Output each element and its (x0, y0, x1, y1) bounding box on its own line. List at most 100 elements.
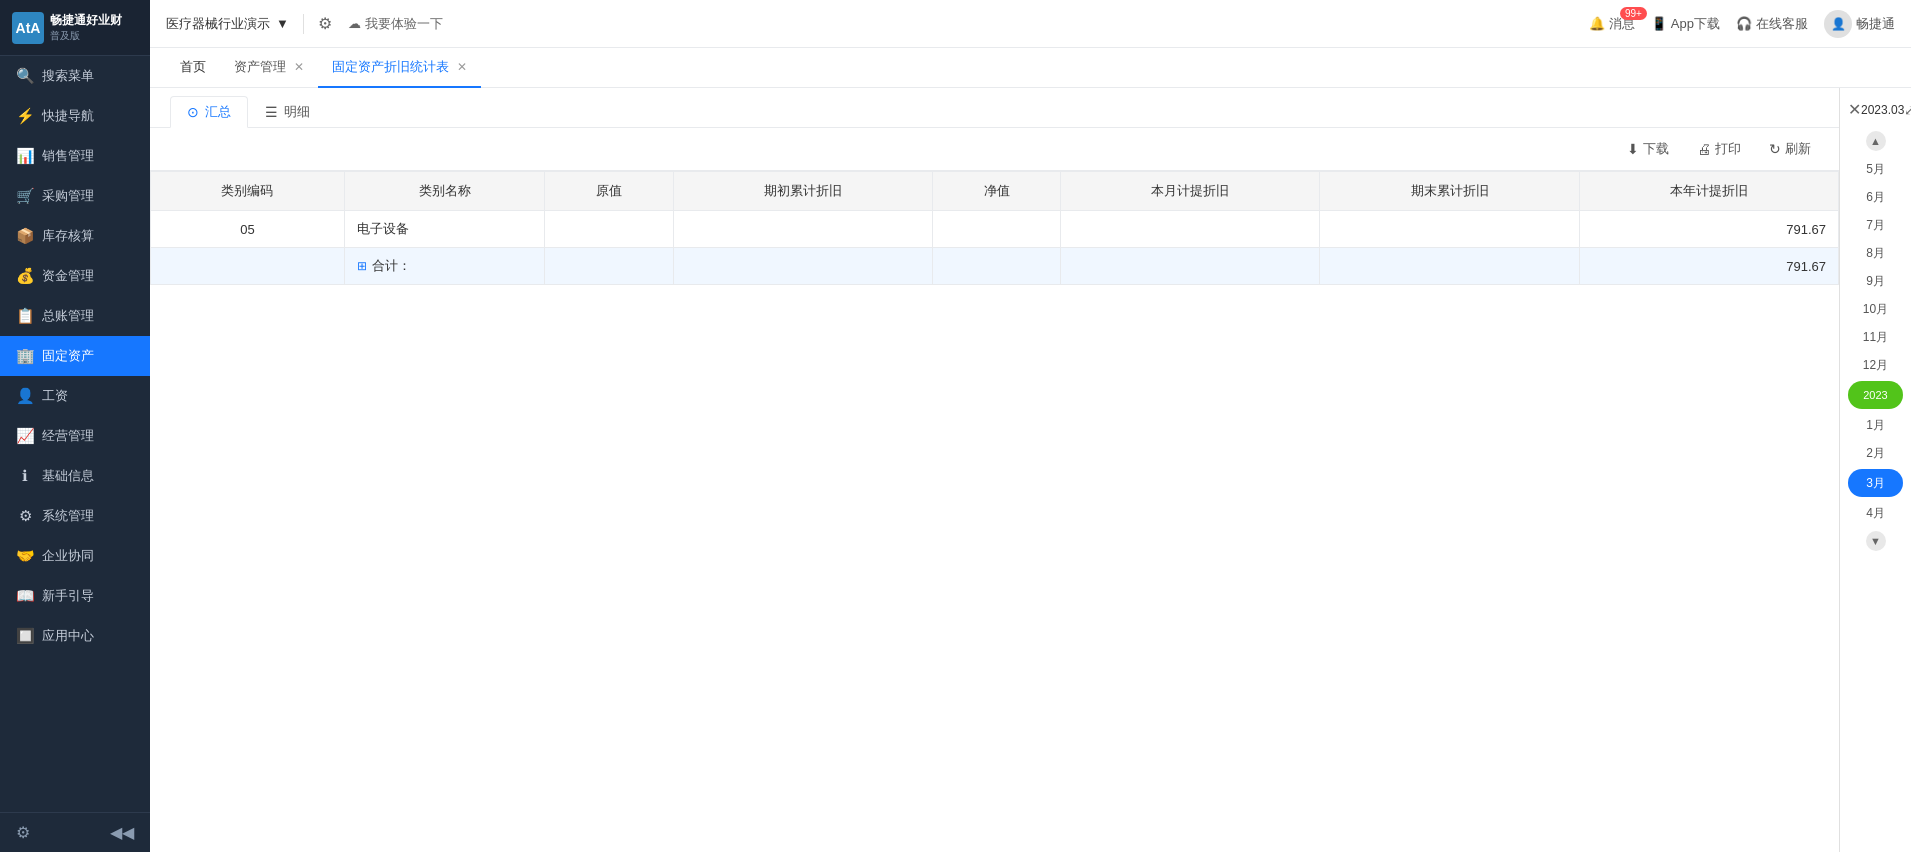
sidebar-item-label: 工资 (42, 387, 68, 405)
sidebar-item-label: 经营管理 (42, 427, 94, 445)
cell-original (545, 211, 673, 248)
tab-asset-mgmt[interactable]: 资产管理 ✕ (220, 48, 318, 88)
print-btn[interactable]: 🖨 打印 (1689, 136, 1749, 162)
box-icon: 📦 (16, 227, 34, 245)
month-12[interactable]: 12月 (1840, 351, 1911, 379)
close-tab-depreciation[interactable]: ✕ (457, 60, 467, 74)
user-menu[interactable]: 👤 畅捷通 (1824, 10, 1895, 38)
month-9[interactable]: 9月 (1840, 267, 1911, 295)
sidebar-item-fixed-assets[interactable]: 🏢 固定资产 (0, 336, 150, 376)
expand-panel-icon[interactable]: ⤢ (1904, 102, 1911, 118)
experience-btn[interactable]: ☁ 我要体验一下 (348, 15, 443, 33)
total-annual-dep: 791.67 (1579, 248, 1838, 285)
right-panel-controls: ✕ 2023.03 ⤢ (1840, 96, 1911, 127)
tabs-bar: 首页 资产管理 ✕ 固定资产折旧统计表 ✕ (150, 48, 1911, 88)
sidebar-item-quicknav[interactable]: ⚡ 快捷导航 (0, 96, 150, 136)
month-6[interactable]: 6月 (1840, 183, 1911, 211)
detail-icon: ☰ (265, 104, 278, 120)
collapse-icon[interactable]: ◀◀ (110, 823, 134, 842)
sidebar-item-inventory[interactable]: 📦 库存核算 (0, 216, 150, 256)
close-panel-icon[interactable]: ✕ (1848, 100, 1861, 119)
total-icon: ⊞ (357, 259, 367, 273)
tab-depreciation-label: 固定资产折旧统计表 (332, 58, 449, 76)
total-original (545, 248, 673, 285)
tab-home[interactable]: 首页 (166, 48, 220, 88)
total-net-value (932, 248, 1060, 285)
sidebar-item-finance[interactable]: 💰 资金管理 (0, 256, 150, 296)
month-5[interactable]: 5月 (1840, 155, 1911, 183)
toolbar: ⬇ 下载 🖨 打印 ↻ 刷新 (150, 128, 1839, 171)
sidebar-item-apps[interactable]: 🔲 应用中心 (0, 616, 150, 656)
sidebar-item-operations[interactable]: 📈 经营管理 (0, 416, 150, 456)
cart-icon: 🛒 (16, 187, 34, 205)
total-empty (151, 248, 345, 285)
total-initial-accum (673, 248, 932, 285)
sidebar-scroll: 🔍 搜索菜单 ⚡ 快捷导航 📊 销售管理 🛒 采购管理 📦 库存核算 💰 资金管… (0, 56, 150, 812)
cell-end-accum (1320, 211, 1579, 248)
money-icon: 💰 (16, 267, 34, 285)
month-11[interactable]: 11月 (1840, 323, 1911, 351)
sidebar-item-sales[interactable]: 📊 销售管理 (0, 136, 150, 176)
chart-icon: 📊 (16, 147, 34, 165)
sidebar-item-purchase[interactable]: 🛒 采购管理 (0, 176, 150, 216)
sidebar-item-payroll[interactable]: 👤 工资 (0, 376, 150, 416)
next-year-btn[interactable]: ▼ (1866, 531, 1886, 551)
dropdown-icon: ▼ (276, 16, 289, 31)
bell-icon: 🔔 (1589, 16, 1605, 31)
sidebar-item-ledger[interactable]: 📋 总账管理 (0, 296, 150, 336)
sidebar-item-guide[interactable]: 📖 新手引导 (0, 576, 150, 616)
sub-tab-summary[interactable]: ⊙ 汇总 (170, 96, 248, 128)
total-row: ⊞ 合计： 791.67 (151, 248, 1839, 285)
company-selector[interactable]: 医疗器械行业演示 ▼ (166, 15, 289, 33)
cell-annual-dep: 791.67 (1579, 211, 1838, 248)
sidebar-item-label: 新手引导 (42, 587, 94, 605)
app-download-btn[interactable]: 📱 App下载 (1651, 15, 1720, 33)
month-7[interactable]: 7月 (1840, 211, 1911, 239)
close-tab-asset[interactable]: ✕ (294, 60, 304, 74)
user-icon: 👤 (16, 387, 34, 405)
sidebar-item-search[interactable]: 🔍 搜索菜单 (0, 56, 150, 96)
sidebar-item-label: 资金管理 (42, 267, 94, 285)
sidebar-item-enterprise[interactable]: 🤝 企业协同 (0, 536, 150, 576)
sidebar-item-label: 基础信息 (42, 467, 94, 485)
col-name: 类别名称 (344, 172, 544, 211)
sidebar-item-label: 销售管理 (42, 147, 94, 165)
month-1[interactable]: 1月 (1840, 411, 1911, 439)
settings-icon[interactable]: ⚙ (318, 14, 332, 33)
tab-depreciation[interactable]: 固定资产折旧统计表 ✕ (318, 48, 481, 88)
online-service-btn[interactable]: 🎧 在线客服 (1736, 15, 1808, 33)
flash-icon: ⚡ (16, 107, 34, 125)
prev-year-btn[interactable]: ▲ (1866, 131, 1886, 151)
main-area: 医疗器械行业演示 ▼ ⚙ ☁ 我要体验一下 🔔 消息 99+ 📱 App下载 🎧… (150, 0, 1911, 852)
sidebar-item-label: 搜索菜单 (42, 67, 94, 85)
settings-footer-icon[interactable]: ⚙ (16, 823, 30, 842)
sidebar-item-system[interactable]: ⚙ 系统管理 (0, 496, 150, 536)
month-10[interactable]: 10月 (1840, 295, 1911, 323)
tab-asset-label: 资产管理 (234, 58, 286, 76)
month-3-active[interactable]: 3月 (1848, 469, 1903, 497)
refresh-label: 刷新 (1785, 140, 1811, 158)
month-8[interactable]: 8月 (1840, 239, 1911, 267)
download-btn[interactable]: ⬇ 下载 (1619, 136, 1677, 162)
message-btn[interactable]: 🔔 消息 99+ (1589, 15, 1635, 33)
month-2[interactable]: 2月 (1840, 439, 1911, 467)
sub-tab-detail[interactable]: ☰ 明细 (248, 96, 327, 128)
company-name: 医疗器械行业演示 (166, 15, 270, 33)
cell-initial-accum (673, 211, 932, 248)
topbar: 医疗器械行业演示 ▼ ⚙ ☁ 我要体验一下 🔔 消息 99+ 📱 App下载 🎧… (150, 0, 1911, 48)
avatar: 👤 (1824, 10, 1852, 38)
mobile-icon: 📱 (1651, 16, 1667, 31)
refresh-btn[interactable]: ↻ 刷新 (1761, 136, 1819, 162)
cell-name: 电子设备 (344, 211, 544, 248)
month-4[interactable]: 4月 (1840, 499, 1911, 527)
right-panel-header-text: 2023.03 (1861, 103, 1904, 117)
year-tag: 2023 (1848, 381, 1903, 409)
home-label: 首页 (180, 58, 206, 76)
sidebar-footer: ⚙ ◀◀ (0, 812, 150, 852)
sidebar-item-label: 快捷导航 (42, 107, 94, 125)
sidebar-item-basic-info[interactable]: ℹ 基础信息 (0, 456, 150, 496)
print-label: 打印 (1715, 140, 1741, 158)
refresh-icon: ↻ (1769, 141, 1781, 157)
right-panel: ✕ 2023.03 ⤢ ▲ 5月 6月 7月 8月 9月 10月 11月 12月… (1839, 88, 1911, 852)
summary-icon: ⊙ (187, 104, 199, 120)
